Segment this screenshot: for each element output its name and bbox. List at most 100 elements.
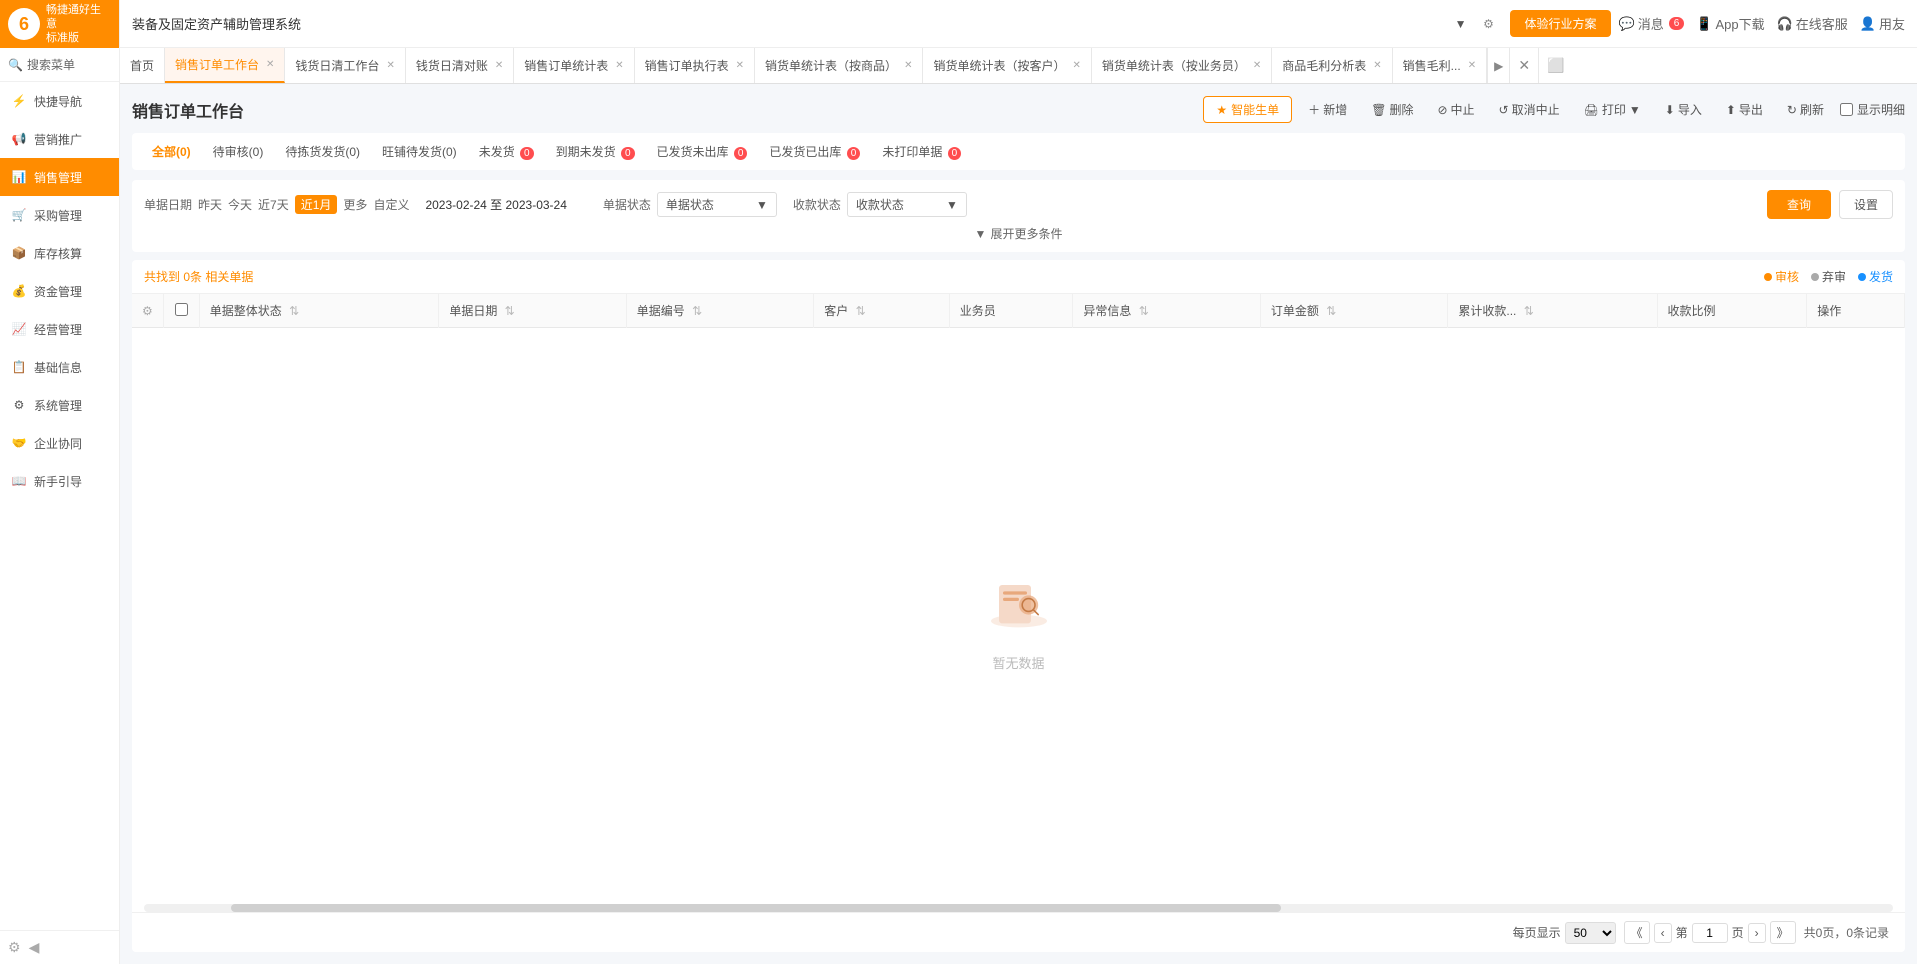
sub-tab-shipped-not-out[interactable]: 已发货未出库 0 [647, 139, 758, 164]
sidebar-item-system[interactable]: ⚙ 系统管理 [0, 386, 119, 424]
smart-create-button[interactable]: ★ 智能生单 [1203, 96, 1292, 123]
col-header-abnormal[interactable]: 异常信息 ⇅ [1073, 294, 1260, 328]
user-menu[interactable]: 👤 用友 [1860, 14, 1905, 33]
col-header-date[interactable]: 单据日期 ⇅ [439, 294, 626, 328]
import-button[interactable]: ⬇ 导入 [1657, 97, 1710, 122]
tab-close-by-customer[interactable]: ✕ [1072, 60, 1080, 71]
page-number-input[interactable] [1692, 923, 1728, 943]
sidebar-item-collab[interactable]: 🤝 企业协同 [0, 424, 119, 462]
tab-close-sales-margin[interactable]: ✕ [1468, 60, 1476, 71]
sub-tab-pending-ship[interactable]: 待拣货发货(0) [275, 139, 370, 164]
print-button[interactable]: 🖨 打印 ▼ [1576, 97, 1649, 122]
operations-icon: 📈 [10, 320, 28, 338]
col-header-customer[interactable]: 客户 ⇅ [814, 294, 949, 328]
sub-tab-unprinted[interactable]: 未打印单据 0 [872, 139, 971, 164]
search-menu[interactable]: 🔍 搜索菜单 [0, 48, 119, 82]
col-header-salesperson[interactable]: 业务员 [949, 294, 1073, 328]
tab-close-by-salesperson[interactable]: ✕ [1253, 60, 1261, 71]
online-service-button[interactable]: 🎧 在线客服 [1777, 14, 1848, 33]
settings-icon[interactable]: ⚙ [1474, 10, 1502, 38]
tab-cash-daily[interactable]: 钱货日清工作台 ✕ [285, 48, 405, 83]
date-custom[interactable]: 自定义 [373, 196, 409, 213]
tab-sales-by-salesperson[interactable]: 销货单统计表（按业务员） ✕ [1092, 48, 1272, 83]
query-button[interactable]: 查询 [1767, 190, 1831, 219]
date-yesterday[interactable]: 昨天 [198, 196, 222, 213]
tab-sales-margin[interactable]: 销售毛利... ✕ [1393, 48, 1487, 83]
tab-sales-by-customer[interactable]: 销货单统计表（按客户） ✕ [923, 48, 1091, 83]
col-checkbox[interactable] [163, 294, 199, 328]
export-button[interactable]: ⬆ 导出 [1718, 97, 1771, 122]
message-button[interactable]: 💬 消息 6 [1619, 14, 1685, 33]
page-next-button[interactable]: › [1748, 923, 1766, 943]
page-first-button[interactable]: 《 [1624, 921, 1650, 944]
page-size-select[interactable]: 20 50 100 [1565, 922, 1616, 944]
sidebar-item-marketing[interactable]: 📢 营销推广 [0, 120, 119, 158]
date-7days[interactable]: 近7天 [258, 196, 289, 213]
sub-tab-shop-pending[interactable]: 旺铺待发货(0) [372, 139, 467, 164]
setting-button[interactable]: 设置 [1839, 190, 1893, 219]
col-header-collected[interactable]: 累计收款... ⇅ [1448, 294, 1657, 328]
expand-conditions-button[interactable]: ▼ 展开更多条件 [975, 219, 1063, 242]
col-header-amount[interactable]: 订单金额 ⇅ [1260, 294, 1447, 328]
date-today[interactable]: 今天 [228, 196, 252, 213]
tab-close-by-product[interactable]: ✕ [904, 60, 912, 71]
show-detail-checkbox[interactable] [1840, 103, 1853, 116]
horizontal-scrollbar[interactable] [144, 904, 1893, 912]
date-more[interactable]: 更多 [343, 196, 367, 213]
sidebar-item-finance[interactable]: 💰 资金管理 [0, 272, 119, 310]
select-all-checkbox[interactable] [175, 303, 188, 316]
tab-restore[interactable]: ⬜ [1538, 48, 1572, 83]
sub-tab-unshipped[interactable]: 未发货 0 [469, 139, 544, 164]
sidebar-item-sales[interactable]: 📊 销售管理 [0, 158, 119, 196]
cancel-stop-button[interactable]: ↺ 取消中止 [1491, 97, 1568, 122]
sidebar-item-basic-info[interactable]: 📋 基础信息 [0, 348, 119, 386]
payment-select[interactable]: 收款状态 ▼ [847, 192, 967, 217]
col-settings[interactable]: ⚙ [132, 294, 163, 328]
app-download-button[interactable]: 📱 App下载 [1696, 14, 1764, 33]
sub-tab-overdue-unshipped[interactable]: 到期未发货 0 [546, 139, 645, 164]
sidebar-item-purchase[interactable]: 🛒 采购管理 [0, 196, 119, 234]
tab-close-cash-reconcile[interactable]: ✕ [495, 60, 503, 71]
scrollbar-thumb[interactable] [231, 904, 1280, 912]
tab-margin-analysis[interactable]: 商品毛利分析表 ✕ [1272, 48, 1392, 83]
tab-home[interactable]: 首页 [120, 48, 165, 83]
refresh-button[interactable]: ↻ 刷新 [1779, 97, 1832, 122]
main-area: 装备及固定资产辅助管理系统 ▼ ⚙ 体验行业方案 💬 消息 6 📱 App下载 … [120, 0, 1917, 964]
delete-button[interactable]: 🗑 删除 [1363, 97, 1421, 122]
review-action-button[interactable]: 审核 [1764, 268, 1799, 285]
sidebar-item-quick-nav[interactable]: ⚡ 快捷导航 [0, 82, 119, 120]
stop-button[interactable]: ⊘ 中止 [1429, 97, 1482, 122]
tab-sales-exec[interactable]: 销售订单执行表 ✕ [635, 48, 755, 83]
status-select[interactable]: 单据状态 ▼ [657, 192, 777, 217]
industry-solution-button[interactable]: 体验行业方案 [1510, 10, 1610, 37]
sidebar-item-inventory[interactable]: 📦 库存核算 [0, 234, 119, 272]
unreview-action-button[interactable]: 弃审 [1811, 268, 1846, 285]
tab-close-sales-stats[interactable]: ✕ [615, 60, 623, 71]
date-1month[interactable]: 近1月 [295, 195, 338, 214]
tab-sales-stats[interactable]: 销售订单统计表 ✕ [514, 48, 634, 83]
settings-bottom-icon[interactable]: ⚙ [8, 939, 21, 956]
sidebar-item-operations[interactable]: 📈 经营管理 [0, 310, 119, 348]
page-prev-button[interactable]: ‹ [1654, 923, 1672, 943]
system-dropdown[interactable]: ▼ [1455, 17, 1467, 31]
collapse-icon[interactable]: ◀ [29, 939, 40, 956]
sidebar-item-guide[interactable]: 📖 新手引导 [0, 462, 119, 500]
ship-action-button[interactable]: 发货 [1858, 268, 1893, 285]
sub-tab-shipped-out[interactable]: 已发货已出库 0 [759, 139, 870, 164]
tab-close-cash-daily[interactable]: ✕ [386, 60, 394, 71]
tab-sales-by-product[interactable]: 销货单统计表（按商品） ✕ [755, 48, 923, 83]
review-dot [1764, 273, 1772, 281]
page-last-button[interactable]: 》 [1770, 921, 1796, 944]
show-detail-label[interactable]: 显示明细 [1840, 101, 1905, 118]
tab-close-margin[interactable]: ✕ [1373, 60, 1381, 71]
tab-close-sales-exec[interactable]: ✕ [736, 60, 744, 71]
sub-tab-all[interactable]: 全部(0) [142, 139, 201, 164]
col-header-number[interactable]: 单据编号 ⇅ [626, 294, 813, 328]
sub-tab-pending-review[interactable]: 待审核(0) [203, 139, 274, 164]
tab-close-all[interactable]: ✕ [1509, 48, 1538, 83]
tab-close-sales-workbench[interactable]: ✕ [266, 59, 274, 70]
tab-cash-reconcile[interactable]: 钱货日清对账 ✕ [406, 48, 514, 83]
tab-sales-workbench[interactable]: 销售订单工作台 ✕ [165, 48, 285, 83]
tab-scroll-right[interactable]: ▶ [1487, 48, 1509, 83]
add-button[interactable]: ＋ 新增 [1300, 97, 1355, 122]
